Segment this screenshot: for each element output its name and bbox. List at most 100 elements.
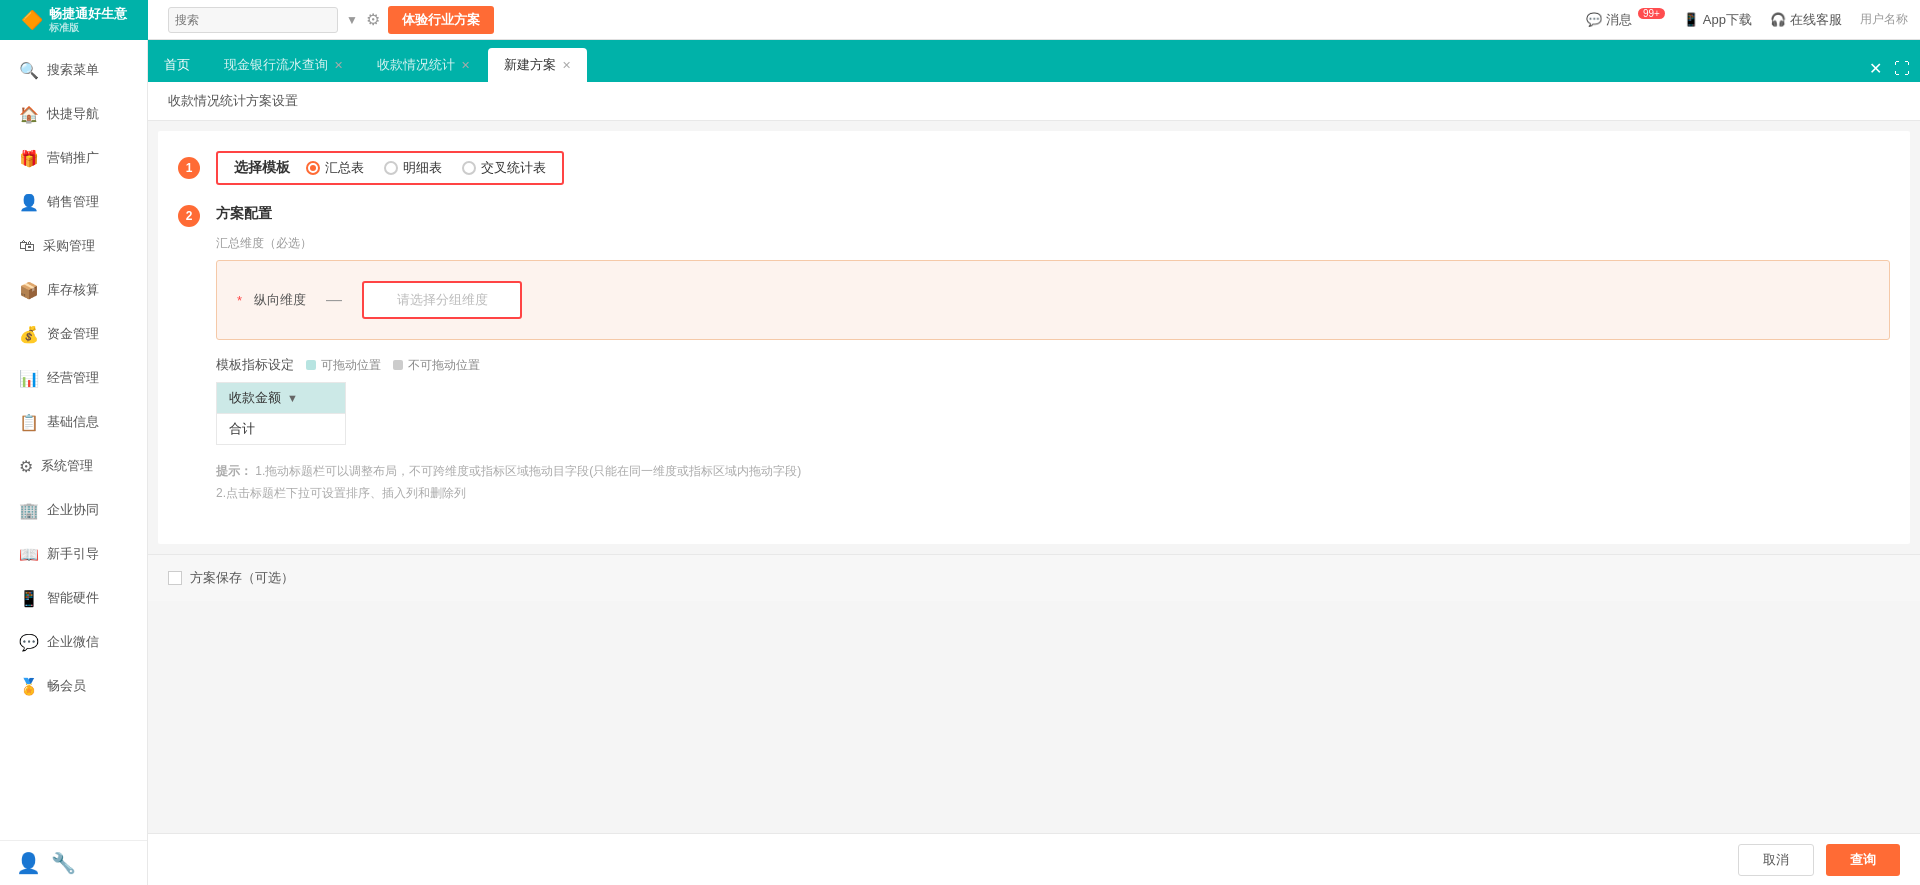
guide-icon: 📖 bbox=[19, 545, 39, 564]
main-layout: 🔍 搜索菜单 🏠 快捷导航 🎁 营销推广 👤 销售管理 🛍 采购管理 📦 库存核… bbox=[0, 40, 1920, 885]
bottom-bar: 取消 查询 bbox=[148, 833, 1920, 885]
sidebar-item-purchase[interactable]: 🛍 采购管理 bbox=[0, 224, 147, 268]
sidebar-item-enterprise-wechat[interactable]: 💬 企业微信 bbox=[0, 620, 147, 664]
headset-icon: 🎧 bbox=[1770, 12, 1786, 27]
legend-static: 不可拖动位置 bbox=[393, 357, 480, 374]
sidebar-bottom: 👤 🔧 bbox=[0, 840, 147, 885]
sidebar-item-member[interactable]: 🏅 畅会员 bbox=[0, 664, 147, 708]
tip-text-1: 提示： 1.拖动标题栏可以调整布局，不可跨维度或指标区域拖动目字段(只能在同一维… bbox=[216, 461, 1890, 483]
capital-icon: 💰 bbox=[19, 325, 39, 344]
radio-circle-cross bbox=[462, 161, 476, 175]
tab-close-bank-flow[interactable]: ✕ bbox=[334, 59, 343, 72]
tab-receipt-stat[interactable]: 收款情况统计 ✕ bbox=[361, 48, 486, 82]
settings-icon[interactable]: ⚙ bbox=[366, 10, 380, 29]
radio-circle-detail bbox=[384, 161, 398, 175]
sidebar-item-enterprise[interactable]: 🏢 企业协同 bbox=[0, 488, 147, 532]
tab-close-receipt-stat[interactable]: ✕ bbox=[461, 59, 470, 72]
tab-close-new-plan[interactable]: ✕ bbox=[562, 59, 571, 72]
sidebar-item-new-guide[interactable]: 📖 新手引导 bbox=[0, 532, 147, 576]
radio-detail[interactable]: 明细表 bbox=[384, 159, 442, 177]
query-button[interactable]: 查询 bbox=[1826, 844, 1900, 876]
required-star: * bbox=[237, 293, 242, 308]
wechat-icon: 💬 bbox=[19, 633, 39, 652]
dimension-selector[interactable]: 请选择分组维度 bbox=[362, 281, 522, 319]
smart-hw-icon: 📱 bbox=[19, 589, 39, 608]
sidebar-item-marketing[interactable]: 🎁 营销推广 bbox=[0, 136, 147, 180]
plan-save-section: 方案保存（可选） bbox=[148, 554, 1920, 601]
plan-save-label: 方案保存（可选） bbox=[190, 569, 294, 587]
app-logo: 🔶 畅捷通好生意 标准版 bbox=[0, 0, 148, 40]
username-display: 用户名称 bbox=[1860, 11, 1908, 28]
tip-area: 提示： 1.拖动标题栏可以调整布局，不可跨维度或指标区域拖动目字段(只能在同一维… bbox=[216, 461, 1890, 504]
tip-text-2: 2.点击标题栏下拉可设置排序、插入列和删除列 bbox=[216, 483, 1890, 505]
settings-bottom-icon[interactable]: 🔧 bbox=[51, 851, 76, 875]
metrics-header: 模板指标设定 可拖动位置 不可拖动位置 bbox=[216, 356, 1890, 374]
tab-bar: 首页 现金银行流水查询 ✕ 收款情况统计 ✕ 新建方案 ✕ ✕ ⛶ bbox=[148, 40, 1920, 82]
sidebar-item-capital[interactable]: 💰 资金管理 bbox=[0, 312, 147, 356]
radio-dot-summary bbox=[310, 165, 316, 171]
gift-icon: 🎁 bbox=[19, 149, 39, 168]
top-bar-right: 💬 消息 99+ 📱 App下载 🎧 在线客服 用户名称 bbox=[1586, 11, 1908, 29]
system-icon: ⚙ bbox=[19, 457, 33, 476]
radio-cross[interactable]: 交叉统计表 bbox=[462, 159, 546, 177]
metrics-table: 收款金额 ▼ 合计 bbox=[216, 382, 346, 445]
enterprise-icon: 🏢 bbox=[19, 501, 39, 520]
section2-number: 2 bbox=[178, 205, 200, 227]
dimension-row: * 纵向维度 — 请选择分组维度 bbox=[237, 281, 1869, 319]
user-bottom-icon[interactable]: 👤 bbox=[16, 851, 41, 875]
chevron-down-icon[interactable]: ▼ bbox=[287, 392, 298, 404]
logo-icon: 🔶 bbox=[21, 9, 43, 31]
plan-save-checkbox[interactable] bbox=[168, 571, 182, 585]
download-button[interactable]: 📱 App下载 bbox=[1683, 11, 1752, 29]
metrics-table-total-row: 合计 bbox=[217, 414, 345, 444]
sidebar-item-inventory[interactable]: 📦 库存核算 bbox=[0, 268, 147, 312]
message-badge: 99+ bbox=[1638, 8, 1665, 19]
dimension-grid-area: * 纵向维度 — 请选择分组维度 bbox=[216, 260, 1890, 340]
operations-icon: 📊 bbox=[19, 369, 39, 388]
legend-draggable: 可拖动位置 bbox=[306, 357, 381, 374]
tab-expand-action-icon[interactable]: ⛶ bbox=[1894, 60, 1910, 78]
tab-bar-actions: ✕ ⛶ bbox=[1869, 59, 1920, 82]
content-area: 首页 现金银行流水查询 ✕ 收款情况统计 ✕ 新建方案 ✕ ✕ ⛶ 收款情况统计… bbox=[148, 40, 1920, 885]
static-legend-icon bbox=[393, 360, 403, 370]
dropdown-chevron-icon[interactable]: ▼ bbox=[346, 13, 358, 27]
basic-info-icon: 📋 bbox=[19, 413, 39, 432]
sidebar-item-quick-nav[interactable]: 🏠 快捷导航 bbox=[0, 92, 147, 136]
top-bar: 🔶 畅捷通好生意 标准版 ▼ ⚙ 体验行业方案 💬 消息 99+ 📱 App下载… bbox=[0, 0, 1920, 40]
radio-summary[interactable]: 汇总表 bbox=[306, 159, 364, 177]
top-search-input[interactable] bbox=[168, 7, 338, 33]
top-bar-left: 🔶 畅捷通好生意 标准版 ▼ ⚙ 体验行业方案 bbox=[12, 0, 1586, 40]
message-icon: 💬 bbox=[1586, 12, 1602, 27]
tab-bank-flow[interactable]: 现金银行流水查询 ✕ bbox=[208, 48, 359, 82]
home-icon: 🏠 bbox=[19, 105, 39, 124]
message-button[interactable]: 💬 消息 99+ bbox=[1586, 11, 1665, 29]
purchase-icon: 🛍 bbox=[19, 237, 35, 255]
dimension-section: 汇总维度（必选） * 纵向维度 — 请选择分组维度 bbox=[216, 235, 1890, 504]
sidebar-item-operations[interactable]: 📊 经营管理 bbox=[0, 356, 147, 400]
cancel-button[interactable]: 取消 bbox=[1738, 844, 1814, 876]
section1-title: 选择模板 bbox=[234, 159, 290, 177]
radio-label-cross: 交叉统计表 bbox=[481, 159, 546, 177]
tab-home[interactable]: 首页 bbox=[148, 48, 206, 82]
service-button[interactable]: 🎧 在线客服 bbox=[1770, 11, 1842, 29]
sidebar-item-system[interactable]: ⚙ 系统管理 bbox=[0, 444, 147, 488]
section2-content: 方案配置 汇总维度（必选） * 纵向维度 — bbox=[216, 205, 1890, 504]
tab-close-action-icon[interactable]: ✕ bbox=[1869, 59, 1882, 78]
template-options: 汇总表 明细表 交叉统计表 bbox=[306, 159, 546, 177]
sidebar-item-basic-info[interactable]: 📋 基础信息 bbox=[0, 400, 147, 444]
form-area: 1 选择模板 汇总表 bbox=[158, 131, 1910, 544]
logo-text: 畅捷通好生意 标准版 bbox=[49, 5, 127, 34]
sidebar-item-smart-hw[interactable]: 📱 智能硬件 bbox=[0, 576, 147, 620]
metrics-section: 模板指标设定 可拖动位置 不可拖动位置 bbox=[216, 356, 1890, 445]
tab-new-plan[interactable]: 新建方案 ✕ bbox=[488, 48, 587, 82]
dimension-field-label: 纵向维度 bbox=[254, 291, 306, 309]
sidebar-item-search-menu[interactable]: 🔍 搜索菜单 bbox=[0, 48, 147, 92]
sidebar-item-sales[interactable]: 👤 销售管理 bbox=[0, 180, 147, 224]
page-header: 收款情况统计方案设置 bbox=[148, 82, 1920, 121]
trial-button[interactable]: 体验行业方案 bbox=[388, 6, 494, 34]
section1-row: 1 选择模板 汇总表 bbox=[178, 151, 1890, 185]
radio-circle-summary bbox=[306, 161, 320, 175]
dimension-label: 汇总维度（必选） bbox=[216, 235, 1890, 252]
section2-row: 2 方案配置 汇总维度（必选） * 纵向维度 bbox=[178, 205, 1890, 504]
search-icon: 🔍 bbox=[19, 61, 39, 80]
